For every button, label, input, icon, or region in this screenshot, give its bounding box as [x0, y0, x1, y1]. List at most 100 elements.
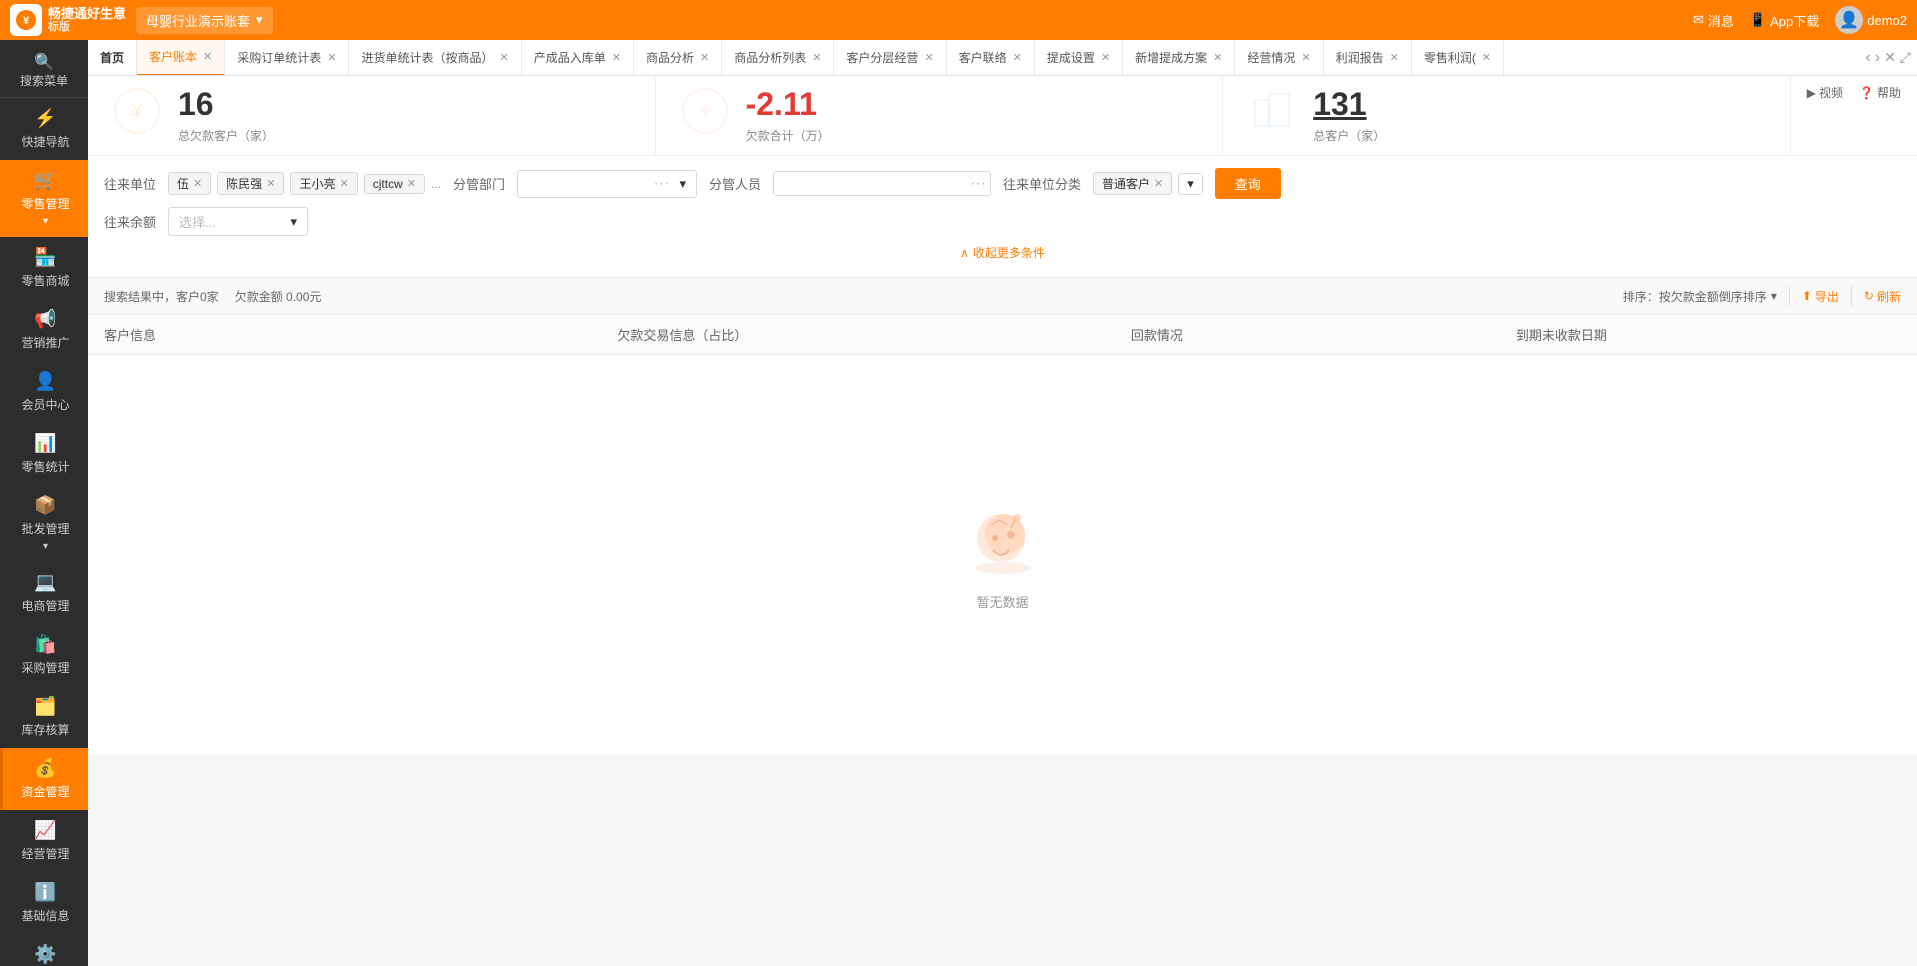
sidebar-item-finance[interactable]: 💰 资金管理 — [0, 748, 88, 810]
fast-nav-label: 快捷导航 — [21, 133, 69, 150]
sidebar-item-wholesale[interactable]: 📦 批发管理 ▾ — [0, 485, 88, 562]
tab-close-product-list[interactable]: ✕ — [812, 51, 821, 64]
search-summary: 搜索结果中，客户0家 — [104, 288, 219, 305]
person-filter-input[interactable]: ··· — [773, 171, 991, 196]
tab-product-analysis[interactable]: 商品分析 ✕ — [634, 40, 722, 76]
sidebar-item-system[interactable]: ⚙️ 系统管理 — [0, 934, 88, 966]
tab-close-profit[interactable]: ✕ — [1390, 51, 1399, 64]
sidebar-item-retail-stats[interactable]: 📊 零售统计 — [0, 423, 88, 485]
stat-block-customers: ¥ 16 总欠款客户（家） — [88, 76, 656, 155]
app-download-btn[interactable]: 📱 App下载 — [1750, 11, 1819, 30]
tag-close-cjttcw[interactable]: ✕ — [407, 177, 416, 190]
tag-close-wang[interactable]: ✕ — [340, 177, 349, 190]
unit-cat-dropdown[interactable]: ▾ — [1178, 173, 1203, 195]
purchase-icon: 🛍️ — [34, 634, 56, 655]
refresh-button[interactable]: ↻ 刷新 — [1864, 288, 1901, 305]
tab-new-promotion[interactable]: 新增提成方案 ✕ — [1123, 40, 1235, 76]
total-clients-label: 总客户（家） — [1313, 127, 1385, 144]
clients-icon — [1247, 86, 1297, 146]
tab-close-purchase-order[interactable]: ✕ — [327, 51, 336, 64]
sort-button[interactable]: 排序：按欠款金额倒序排序 ▾ — [1623, 288, 1777, 305]
dept-dropdown-icon: ▾ — [679, 176, 686, 192]
empty-illustration — [963, 500, 1043, 580]
tag-close-chen[interactable]: ✕ — [266, 177, 275, 190]
tab-close-promotion[interactable]: ✕ — [1101, 51, 1110, 64]
video-icon: ▶ — [1807, 86, 1816, 100]
col-header-overdue: 到期未收款日期 — [1516, 325, 1901, 344]
tab-nav-arrows: ‹ › ✕ ⤢ — [1859, 49, 1917, 67]
total-clients-value: 131 — [1313, 87, 1385, 122]
filter-tag-normal-customer: 普通客户 ✕ — [1093, 172, 1172, 195]
tab-close-production[interactable]: ✕ — [612, 51, 621, 64]
tab-expand-icon[interactable]: ⤢ — [1900, 49, 1911, 66]
tab-business-status[interactable]: 经营情况 ✕ — [1235, 40, 1323, 76]
tab-close-all-icon[interactable]: ✕ — [1884, 49, 1896, 66]
sidebar-item-fast-nav[interactable]: ⚡ 快捷导航 — [0, 98, 88, 160]
dept-filter-dots[interactable]: ··· — [649, 175, 673, 193]
balance-select[interactable]: 选择... ▾ — [168, 207, 308, 236]
tab-import-stats[interactable]: 进货单统计表（按商品） ✕ — [349, 40, 521, 76]
tab-close-customer-connect[interactable]: ✕ — [1013, 51, 1022, 64]
purchase-label: 采购管理 — [21, 659, 69, 676]
help-btn[interactable]: ❓ 帮助 — [1859, 84, 1901, 101]
sidebar-item-retail-mgmt[interactable]: 🛒 零售管理 ▾ — [0, 160, 88, 237]
tab-home[interactable]: 首页 — [88, 40, 137, 76]
message-btn[interactable]: ✉ 消息 — [1693, 11, 1734, 30]
stat-block-debt: ✦ -2.11 欠款合计（万） — [656, 76, 1224, 155]
sidebar-item-basic-info[interactable]: ℹ️ 基础信息 — [0, 872, 88, 934]
tab-production-entry[interactable]: 产成品入库单 ✕ — [522, 40, 634, 76]
ecommerce-icon: 💻 — [34, 572, 56, 593]
tab-retail-profit[interactable]: 零售利润( ✕ — [1412, 40, 1504, 76]
fast-nav-icon: ⚡ — [34, 108, 56, 129]
tab-close-business[interactable]: ✕ — [1301, 51, 1310, 64]
sidebar-item-marketing[interactable]: 📢 营销推广 — [0, 299, 88, 361]
tab-customer-capital[interactable]: 客户账本 ✕ — [137, 40, 225, 76]
tab-close-customer-capital[interactable]: ✕ — [203, 50, 212, 63]
stat-info-clients: 131 总客户（家） — [1313, 87, 1385, 143]
sidebar-item-operations[interactable]: 📈 经营管理 — [0, 810, 88, 872]
video-btn[interactable]: ▶ 视频 — [1807, 84, 1843, 101]
tab-close-new-promotion[interactable]: ✕ — [1213, 51, 1222, 64]
filter-more-btn[interactable]: ... — [431, 177, 441, 191]
tab-prev-icon[interactable]: ‹ — [1865, 49, 1870, 67]
person-dots[interactable]: ··· — [966, 175, 990, 193]
retail-mgmt-label: 零售管理 — [21, 195, 69, 212]
total-debt-value: -2.11 — [746, 87, 830, 122]
tab-close-product[interactable]: ✕ — [700, 51, 709, 64]
account-dropdown[interactable]: 母婴行业演示账套 ▾ — [136, 7, 273, 34]
tab-close-import-stats[interactable]: ✕ — [500, 51, 509, 64]
results-left: 搜索结果中，客户0家 欠款金额 0.00元 — [104, 288, 321, 305]
query-button[interactable]: 查询 — [1215, 168, 1281, 199]
tag-close-normal[interactable]: ✕ — [1154, 177, 1163, 190]
sidebar-item-ecommerce[interactable]: 💻 电商管理 — [0, 562, 88, 624]
sort-arrow-icon: ▾ — [1771, 289, 1777, 303]
sidebar-item-purchase[interactable]: 🛍️ 采购管理 — [0, 624, 88, 686]
tab-close-customer-layer[interactable]: ✕ — [924, 51, 933, 64]
filter-tag-wu: 伍 ✕ — [168, 172, 211, 195]
tab-customer-layer[interactable]: 客户分层经营 ✕ — [834, 40, 946, 76]
person-input[interactable] — [774, 172, 966, 195]
dept-filter-select[interactable]: ··· ▾ — [517, 170, 697, 198]
sub-arrow-icon2: ▾ — [43, 541, 48, 552]
user-avatar-btn[interactable]: 👤 demo2 — [1835, 6, 1907, 34]
sidebar-item-inventory[interactable]: 🗂️ 库存核算 — [0, 686, 88, 748]
tab-close-retail-profit[interactable]: ✕ — [1482, 51, 1491, 64]
sidebar-search[interactable]: 🔍 搜索菜单 — [0, 40, 88, 98]
collapse-btn[interactable]: ∧ 收起更多条件 — [104, 244, 1901, 261]
app-wrapper: ¥ 畅捷通好生意 标版 母婴行业演示账套 ▾ ✉ 消息 📱 App下载 — [0, 0, 1917, 966]
tag-close-wu[interactable]: ✕ — [193, 177, 202, 190]
sidebar-item-retail-mall[interactable]: 🏪 零售商城 — [0, 237, 88, 299]
tab-promotion-settings[interactable]: 提成设置 ✕ — [1035, 40, 1123, 76]
col-header-debt-info: 欠款交易信息（占比） — [617, 325, 1130, 344]
ecommerce-label: 电商管理 — [21, 597, 69, 614]
tab-customer-connect[interactable]: 客户联络 ✕ — [947, 40, 1035, 76]
unit-filter-label: 往来单位 — [104, 174, 156, 193]
tab-purchase-order[interactable]: 采购订单统计表 ✕ — [225, 40, 349, 76]
sidebar-item-member[interactable]: 👤 会员中心 — [0, 361, 88, 423]
export-button[interactable]: ⬆ 导出 — [1802, 288, 1839, 305]
tab-next-icon[interactable]: › — [1875, 49, 1880, 67]
collapse-up-icon: ∧ — [960, 246, 969, 260]
tab-product-analysis-list[interactable]: 商品分析列表 ✕ — [722, 40, 834, 76]
results-bar: 搜索结果中，客户0家 欠款金额 0.00元 排序：按欠款金额倒序排序 ▾ ⬆ 导… — [88, 278, 1917, 315]
tab-profit-report[interactable]: 利润报告 ✕ — [1324, 40, 1412, 76]
